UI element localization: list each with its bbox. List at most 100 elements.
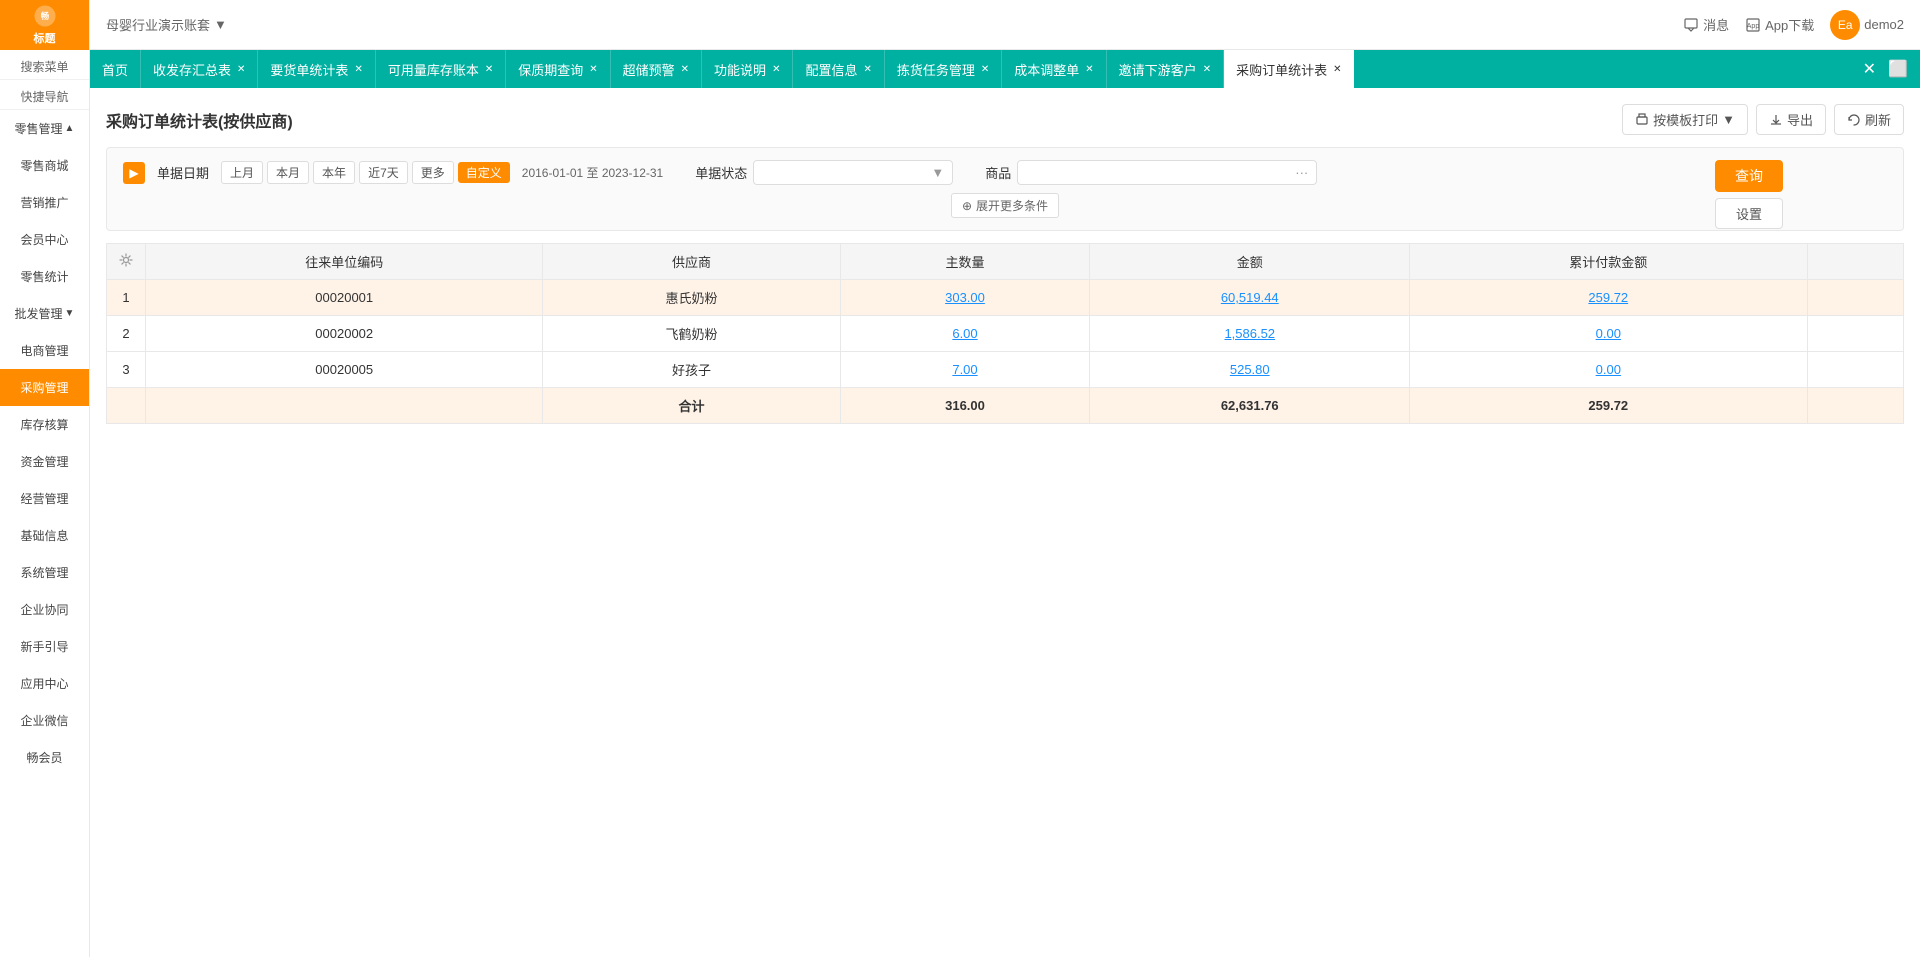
footer-empty2 — [146, 388, 543, 424]
setting-button[interactable]: 设置 — [1715, 198, 1783, 229]
row-qty[interactable]: 7.00 — [840, 352, 1090, 388]
row-paid[interactable]: 259.72 — [1410, 280, 1807, 316]
close-icon[interactable]: ✕ — [589, 64, 597, 75]
close-icon[interactable]: ✕ — [485, 64, 493, 75]
close-icon[interactable]: ✕ — [1085, 64, 1093, 75]
sidebar-item-member[interactable]: 会员中心 — [0, 221, 89, 258]
sidebar-item-ecommerce[interactable]: 电商管理 — [0, 332, 89, 369]
sidebar-quick-nav[interactable]: 快捷导航 — [0, 80, 89, 110]
sidebar-item-retail-mgmt[interactable]: 零售管理 ▲ — [0, 110, 89, 147]
row-supplier: 好孩子 — [543, 352, 840, 388]
sidebar-item-system[interactable]: 系统管理 — [0, 554, 89, 591]
filter-row-1: ▶ 单据日期 上月 本月 本年 近7天 更多 自定义 2016-01-01 至 … — [123, 160, 1887, 185]
table-header-supplier: 供应商 — [543, 244, 840, 280]
tab-invite-customer[interactable]: 邀请下游客户 ✕ — [1107, 50, 1224, 88]
query-button[interactable]: 查询 — [1715, 160, 1783, 192]
table-header-code: 往来单位编码 — [146, 244, 543, 280]
close-icon[interactable]: ✕ — [1203, 64, 1211, 75]
close-icon[interactable]: ✕ — [1333, 64, 1341, 75]
sidebar-item-finance[interactable]: 资金管理 — [0, 443, 89, 480]
sidebar-item-operations[interactable]: 经营管理 — [0, 480, 89, 517]
tab-inventory-book[interactable]: 可用量库存账本 ✕ — [376, 50, 506, 88]
sidebar: 畅 标题 搜索菜单 快捷导航 零售管理 ▲ 零售商城 营销推广 会员中心 零售统… — [0, 0, 90, 957]
footer-extra — [1807, 388, 1904, 424]
row-qty[interactable]: 6.00 — [840, 316, 1090, 352]
table-header-settings[interactable] — [107, 244, 146, 280]
tab-cost-adjust[interactable]: 成本调整单 ✕ — [1002, 50, 1106, 88]
date-this-month-button[interactable]: 本月 — [267, 161, 309, 184]
footer-empty1 — [107, 388, 146, 424]
status-select[interactable]: ▼ — [753, 160, 953, 185]
logo-text: 标题 — [34, 30, 56, 46]
sidebar-item-retail-mall[interactable]: 零售商城 — [0, 147, 89, 184]
goods-select[interactable]: ··· — [1017, 160, 1317, 185]
date-shortcuts: 上月 本月 本年 近7天 更多 自定义 — [221, 161, 510, 184]
status-label: 单据状态 — [695, 163, 747, 182]
tab-purchase-order[interactable]: 要货单统计表 ✕ — [258, 50, 375, 88]
tab-shelf-life[interactable]: 保质期查询 ✕ — [506, 50, 610, 88]
close-all-tabs-button[interactable]: ✕ — [1859, 57, 1880, 81]
page-actions: 按模板打印 ▼ 导出 刷新 — [1622, 104, 1904, 135]
page-title: 采购订单统计表(按供应商) — [106, 108, 293, 132]
row-paid[interactable]: 0.00 — [1410, 352, 1807, 388]
sidebar-item-enterprise-collab[interactable]: 企业协同 — [0, 591, 89, 628]
row-qty[interactable]: 303.00 — [840, 280, 1090, 316]
filter-toggle-button[interactable]: ▶ — [123, 162, 145, 184]
export-button[interactable]: 导出 — [1756, 104, 1826, 135]
expand-filter-button[interactable]: ⊕ 展开更多条件 — [951, 193, 1059, 218]
close-icon[interactable]: ✕ — [354, 64, 362, 75]
date-this-year-button[interactable]: 本年 — [313, 161, 355, 184]
sidebar-item-wholesale[interactable]: 批发管理 ▼ — [0, 295, 89, 332]
row-paid[interactable]: 0.00 — [1410, 316, 1807, 352]
nav-tabs: 首页 收发存汇总表 ✕ 要货单统计表 ✕ 可用量库存账本 ✕ 保质期查询 ✕ 超… — [90, 50, 1920, 88]
date-custom-button[interactable]: 自定义 — [458, 162, 510, 183]
tab-config[interactable]: 配置信息 ✕ — [793, 50, 884, 88]
refresh-button[interactable]: 刷新 — [1834, 104, 1904, 135]
close-icon[interactable]: ✕ — [981, 64, 989, 75]
message-button[interactable]: 消息 — [1683, 15, 1729, 34]
tab-function-desc[interactable]: 功能说明 ✕ — [702, 50, 793, 88]
sidebar-item-marketing[interactable]: 营销推广 — [0, 184, 89, 221]
avatar: Ea — [1830, 10, 1860, 40]
sidebar-item-vip[interactable]: 畅会员 — [0, 739, 89, 776]
close-icon[interactable]: ✕ — [237, 64, 245, 75]
close-icon[interactable]: ✕ — [863, 64, 871, 75]
row-extra — [1807, 316, 1904, 352]
app-download-button[interactable]: App App下载 — [1745, 15, 1814, 34]
date-more-button[interactable]: 更多 — [412, 161, 454, 184]
row-amount[interactable]: 525.80 — [1090, 352, 1410, 388]
close-icon[interactable]: ✕ — [772, 64, 780, 75]
export-icon — [1769, 113, 1783, 127]
sidebar-item-basic-info[interactable]: 基础信息 — [0, 517, 89, 554]
date-last-7-days-button[interactable]: 近7天 — [359, 161, 408, 184]
sidebar-item-inventory[interactable]: 库存核算 — [0, 406, 89, 443]
table-row: 3 00020005 好孩子 7.00 525.80 0.00 — [107, 352, 1904, 388]
sidebar-item-wechat[interactable]: 企业微信 — [0, 702, 89, 739]
tab-picking[interactable]: 拣货任务管理 ✕ — [885, 50, 1002, 88]
template-print-button[interactable]: 按模板打印 ▼ — [1622, 104, 1748, 135]
breadcrumb-dropdown[interactable]: 母婴行业演示账套 ▼ — [106, 15, 227, 34]
sidebar-item-purchase[interactable]: 采购管理 — [0, 369, 89, 406]
sidebar-search[interactable]: 搜索菜单 — [0, 50, 89, 80]
tab-home[interactable]: 首页 — [90, 50, 141, 88]
sidebar-item-retail-stats[interactable]: 零售统计 — [0, 258, 89, 295]
table-footer-row: 合计 316.00 62,631.76 259.72 — [107, 388, 1904, 424]
print-icon — [1635, 113, 1649, 127]
row-no: 3 — [107, 352, 146, 388]
row-amount[interactable]: 1,586.52 — [1090, 316, 1410, 352]
tab-purchase-stats[interactable]: 采购订单统计表 ✕ — [1224, 50, 1354, 88]
row-code: 00020001 — [146, 280, 543, 316]
tab-overstock[interactable]: 超储预警 ✕ — [611, 50, 702, 88]
chevron-down-icon: ▼ — [214, 17, 227, 32]
user-info[interactable]: Ea demo2 — [1830, 10, 1904, 40]
date-range-display: 2016-01-01 至 2023-12-31 — [522, 164, 663, 181]
tab-receive-send[interactable]: 收发存汇总表 ✕ — [141, 50, 258, 88]
sidebar-item-app-center[interactable]: 应用中心 — [0, 665, 89, 702]
close-icon[interactable]: ✕ — [681, 64, 689, 75]
date-last-month-button[interactable]: 上月 — [221, 161, 263, 184]
main-area: 母婴行业演示账套 ▼ 消息 App App下载 Ea demo2 首页 — [90, 0, 1920, 957]
svg-text:畅: 畅 — [40, 11, 48, 21]
row-amount[interactable]: 60,519.44 — [1090, 280, 1410, 316]
sidebar-item-newbie[interactable]: 新手引导 — [0, 628, 89, 665]
maximize-button[interactable]: ⬜ — [1884, 57, 1912, 81]
